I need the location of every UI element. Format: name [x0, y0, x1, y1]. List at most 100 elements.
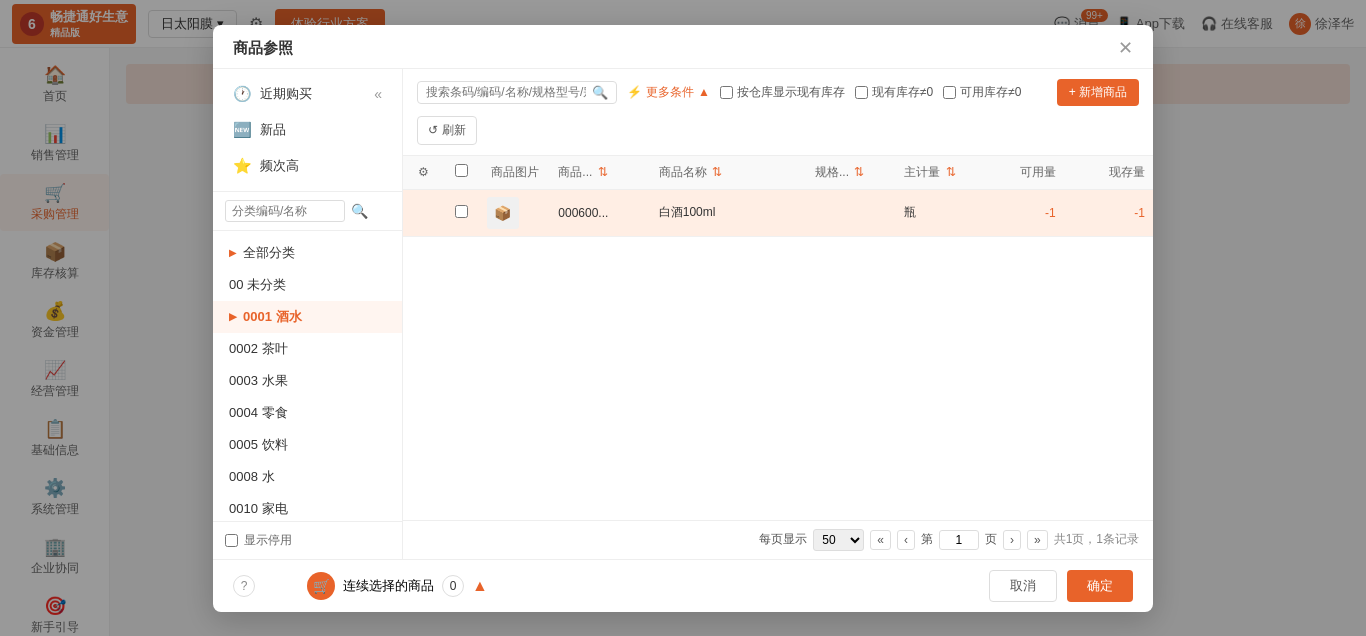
- spec-sort-icon: ⇅: [854, 165, 864, 179]
- refresh-button[interactable]: ↺ 刷新: [417, 116, 477, 145]
- recent-label: 近期购买: [260, 85, 312, 103]
- filter-chevron-icon: ▲: [698, 85, 710, 99]
- product-search-box: 🔍: [417, 81, 617, 104]
- row-checkbox[interactable]: [455, 205, 468, 218]
- help-button[interactable]: ?: [233, 575, 255, 597]
- row-name: 白酒100ml: [651, 189, 807, 236]
- add-product-button[interactable]: + 新增商品: [1057, 79, 1139, 106]
- filter-button[interactable]: ⚡ 更多条件 ▲: [627, 84, 710, 101]
- pagination: 每页显示 20 50 100 « ‹ 第 页 › » 共1页，1条记录: [403, 520, 1153, 559]
- left-panel: 🕐 近期购买 « 🆕 新品 ⭐ 频次高 🔍: [213, 69, 403, 559]
- name-sort-icon: ⇅: [712, 165, 722, 179]
- warehouse-checkbox-label[interactable]: 按仓库显示现有库存: [720, 84, 845, 101]
- product-modal: 商品参照 ✕ 🕐 近期购买 « 🆕 新品 ⭐: [213, 25, 1153, 612]
- new-products-nav[interactable]: 🆕 新品: [225, 115, 390, 145]
- category-0008[interactable]: 0008 水: [213, 461, 402, 493]
- close-button[interactable]: ✕: [1118, 39, 1133, 57]
- collapse-cart-icon[interactable]: ▲: [472, 577, 488, 595]
- cancel-button[interactable]: 取消: [989, 570, 1057, 602]
- category-0005[interactable]: 0005 饮料: [213, 429, 402, 461]
- category-0002[interactable]: 0002 茶叶: [213, 333, 402, 365]
- category-search-icon[interactable]: 🔍: [351, 203, 368, 219]
- row-avail: -1: [974, 189, 1063, 236]
- category-0010-label: 0010 家电: [229, 500, 288, 518]
- warehouse-checkbox[interactable]: [720, 86, 733, 99]
- img-icon: 📦: [494, 205, 511, 221]
- show-disabled-checkbox[interactable]: [225, 534, 238, 547]
- per-page-label: 每页显示: [759, 531, 807, 548]
- category-00[interactable]: 00 未分类: [213, 269, 402, 301]
- toolbar: 🔍 ⚡ 更多条件 ▲ 按仓库显示现有库存 现有库存≠0: [403, 69, 1153, 156]
- per-page-select[interactable]: 20 50 100: [813, 529, 864, 551]
- row-code: 000600...: [550, 189, 650, 236]
- cart-icon: 🛒: [307, 572, 335, 600]
- page-number-input[interactable]: [939, 530, 979, 550]
- confirm-button[interactable]: 确定: [1067, 570, 1133, 602]
- prev-page-button[interactable]: ‹: [897, 530, 915, 550]
- collapse-icon[interactable]: «: [374, 86, 382, 102]
- settings-col-header[interactable]: ⚙: [403, 156, 443, 190]
- category-all[interactable]: ▶ 全部分类: [213, 237, 402, 269]
- show-disabled-label[interactable]: 显示停用: [225, 532, 390, 549]
- select-all-checkbox[interactable]: [455, 164, 468, 177]
- row-settings: [403, 189, 443, 236]
- unit-sort-icon: ⇅: [946, 165, 956, 179]
- category-0003[interactable]: 0003 水果: [213, 365, 402, 397]
- active-arrow-icon: ▶: [229, 311, 237, 322]
- product-image: 📦: [487, 197, 519, 229]
- stock-ne0-checkbox[interactable]: [855, 86, 868, 99]
- row-img: 📦: [479, 189, 550, 236]
- row-unit: 瓶: [896, 189, 974, 236]
- total-info: 共1页，1条记录: [1054, 531, 1139, 548]
- warehouse-label: 按仓库显示现有库存: [737, 84, 845, 101]
- row-stock: -1: [1064, 189, 1153, 236]
- modal-footer: ? 🛒 连续选择的商品 0 ▲ 取消 确定: [213, 559, 1153, 612]
- category-00-label: 00 未分类: [229, 276, 286, 294]
- product-search-input[interactable]: [426, 85, 586, 99]
- cart-area: 🛒 连续选择的商品 0 ▲: [307, 572, 488, 600]
- category-all-label: 全部分类: [243, 244, 295, 262]
- row-check[interactable]: [443, 189, 479, 236]
- clock-icon: 🕐: [233, 85, 252, 103]
- modal-overlay[interactable]: 商品参照 ✕ 🕐 近期购买 « 🆕 新品 ⭐: [0, 0, 1366, 636]
- code-col-header[interactable]: 商品... ⇅: [550, 156, 650, 190]
- category-0010[interactable]: 0010 家电: [213, 493, 402, 521]
- table-row[interactable]: 📦 000600... 白酒100ml 瓶 -1 -1: [403, 189, 1153, 236]
- frequent-nav[interactable]: ⭐ 频次高: [225, 151, 390, 181]
- stock-ne0-label: 现有库存≠0: [872, 84, 933, 101]
- avail-ne0-checkbox[interactable]: [943, 86, 956, 99]
- category-0004[interactable]: 0004 零食: [213, 397, 402, 429]
- category-0004-label: 0004 零食: [229, 404, 288, 422]
- img-col-header: 商品图片: [479, 156, 550, 190]
- stock-ne0-checkbox-label[interactable]: 现有库存≠0: [855, 84, 933, 101]
- cart-label: 连续选择的商品: [343, 577, 434, 595]
- refresh-label: 刷新: [442, 122, 466, 139]
- new-icon: 🆕: [233, 121, 252, 139]
- category-0002-label: 0002 茶叶: [229, 340, 288, 358]
- category-search-input[interactable]: [225, 200, 345, 222]
- avail-ne0-checkbox-label[interactable]: 可用库存≠0: [943, 84, 1021, 101]
- spec-col-header[interactable]: 规格... ⇅: [807, 156, 896, 190]
- next-page-button[interactable]: ›: [1003, 530, 1021, 550]
- name-col-header[interactable]: 商品名称 ⇅: [651, 156, 807, 190]
- category-0003-label: 0003 水果: [229, 372, 288, 390]
- modal-title: 商品参照: [233, 39, 293, 58]
- avail-ne0-label: 可用库存≠0: [960, 84, 1021, 101]
- category-0001-label: 0001 酒水: [243, 308, 302, 326]
- last-page-button[interactable]: »: [1027, 530, 1048, 550]
- frequent-label: 频次高: [260, 157, 299, 175]
- search-icon[interactable]: 🔍: [592, 85, 608, 100]
- table-body: 📦 000600... 白酒100ml 瓶 -1 -1: [403, 189, 1153, 236]
- row-spec: [807, 189, 896, 236]
- category-0001[interactable]: ▶ 0001 酒水: [213, 301, 402, 333]
- star-icon: ⭐: [233, 157, 252, 175]
- page-suffix: 页: [985, 531, 997, 548]
- avail-col-header: 可用量: [974, 156, 1063, 190]
- first-page-button[interactable]: «: [870, 530, 891, 550]
- product-table: ⚙ 商品图片 商品... ⇅: [403, 156, 1153, 237]
- refresh-icon: ↺: [428, 123, 438, 137]
- unit-col-header[interactable]: 主计量 ⇅: [896, 156, 974, 190]
- recent-purchases-nav[interactable]: 🕐 近期购买 «: [225, 79, 390, 109]
- show-disabled-text: 显示停用: [244, 532, 292, 549]
- modal-header: 商品参照 ✕: [213, 25, 1153, 69]
